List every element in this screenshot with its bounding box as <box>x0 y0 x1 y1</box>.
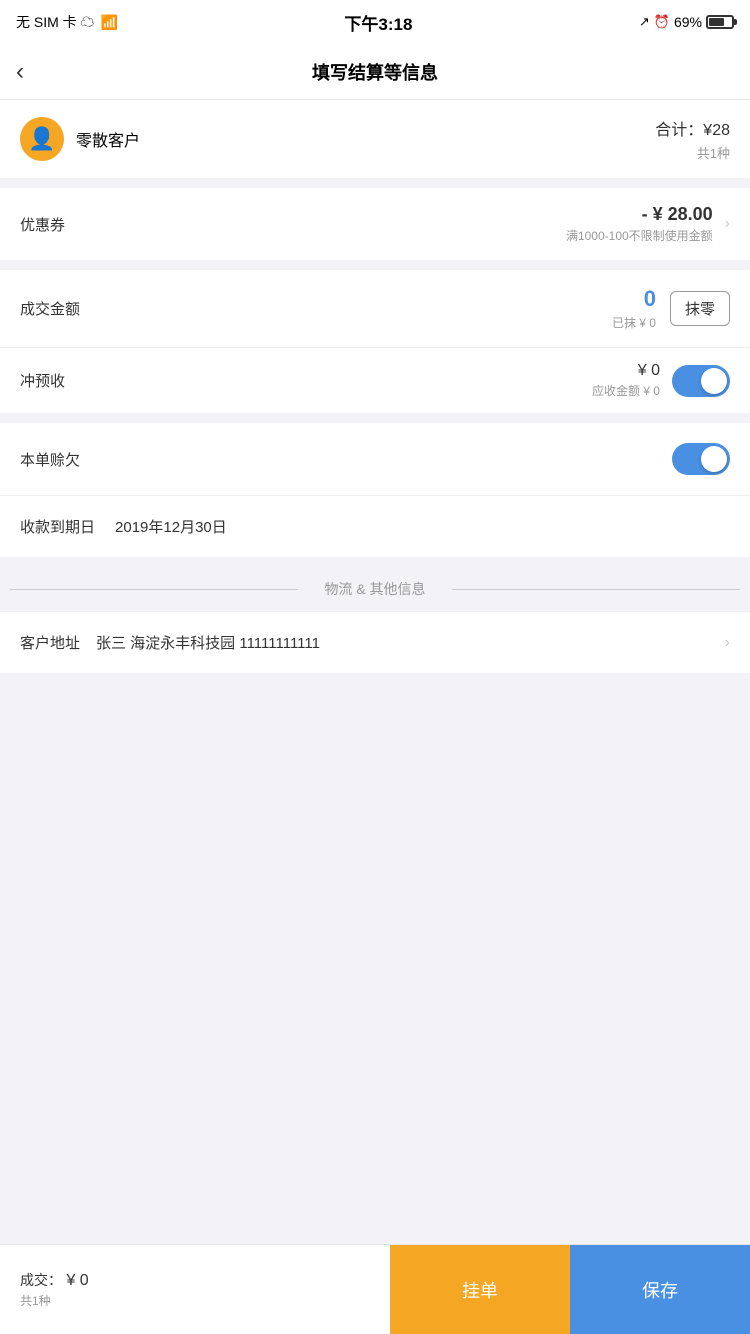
advance-main: ¥ 0 <box>592 362 660 380</box>
advance-sub: 应收金额 ¥ 0 <box>592 382 660 399</box>
logistics-divider: 物流 & 其他信息 <box>0 567 750 611</box>
divider-3 <box>0 413 750 423</box>
status-left: 无 SIM 卡 ☁ 📶 <box>16 12 118 32</box>
advance-right: ¥ 0 应收金额 ¥ 0 <box>592 362 730 399</box>
bottom-deal-label: 成交： <box>20 1272 62 1288</box>
wifi-icon: 📶 <box>101 14 118 31</box>
toggle-knob <box>701 368 727 394</box>
back-button[interactable]: ‹ <box>16 58 56 86</box>
address-row[interactable]: 客户地址 张三 海淀永丰科技园 11111111111 › <box>0 611 750 673</box>
advance-amounts: ¥ 0 应收金额 ¥ 0 <box>592 362 660 399</box>
transaction-amount-area: 0 已抹 ¥ 0 <box>612 286 656 331</box>
sim-label: 无 SIM 卡 ☁ <box>16 12 95 32</box>
customer-name: 零散客户 <box>76 127 140 151</box>
due-date-row[interactable]: 收款到期日 2019年12月30日 <box>0 495 750 557</box>
debt-toggle-knob <box>701 446 727 472</box>
location-icon: ↗ <box>639 14 650 30</box>
page-title: 填写结算等信息 <box>56 59 694 85</box>
address-label: 客户地址 <box>20 632 80 653</box>
bottom-deal: 成交： ¥ 0 <box>20 1270 370 1290</box>
address-chevron-icon: › <box>725 634 730 652</box>
transaction-label: 成交金额 <box>20 298 80 319</box>
bottom-deal-value: ¥ 0 <box>66 1272 88 1289</box>
round-button[interactable]: 抹零 <box>670 291 730 326</box>
avatar-icon: 👤 <box>28 126 55 152</box>
battery-icon <box>706 15 734 29</box>
divider-1 <box>0 178 750 188</box>
status-bar: 无 SIM 卡 ☁ 📶 下午3:18 ↗ ⏰ 69% <box>0 0 750 44</box>
customer-total: 合计：¥28 <box>655 116 730 140</box>
bottom-deal-count: 共1种 <box>20 1292 370 1309</box>
customer-row: 👤 零散客户 合计：¥28 共1种 <box>0 100 750 178</box>
coupon-label: 优惠券 <box>20 214 65 235</box>
avatar: 👤 <box>20 117 64 161</box>
debt-row: 本单赊欠 <box>0 423 750 495</box>
debt-label: 本单赊欠 <box>20 449 80 470</box>
customer-summary: 合计：¥28 共1种 <box>655 116 730 162</box>
advance-toggle[interactable] <box>672 365 730 397</box>
chevron-right-icon: › <box>725 215 730 233</box>
transaction-row: 成交金额 0 已抹 ¥ 0 抹零 <box>0 270 750 347</box>
alarm-icon: ⏰ <box>654 14 670 30</box>
logistics-label: 物流 & 其他信息 <box>324 579 425 599</box>
logistics-line-left <box>10 589 298 590</box>
debt-toggle[interactable] <box>672 443 730 475</box>
divider-2 <box>0 260 750 270</box>
transaction-sub: 已抹 ¥ 0 <box>612 314 656 331</box>
status-time: 下午3:18 <box>344 10 412 35</box>
logistics-line-right <box>452 589 740 590</box>
bottom-spacer <box>0 873 750 993</box>
save-button[interactable]: 保存 <box>570 1245 750 1334</box>
transaction-value[interactable]: 0 <box>644 286 656 312</box>
coupon-value: - ¥ 28.00 <box>566 204 713 225</box>
due-date-value: 2019年12月30日 <box>115 516 227 537</box>
advance-row: 冲预收 ¥ 0 应收金额 ¥ 0 <box>0 347 750 413</box>
coupon-sub: 满1000-100不限制使用金额 <box>566 227 713 244</box>
transaction-right: 0 已抹 ¥ 0 抹零 <box>612 286 730 331</box>
customer-count: 共1种 <box>655 143 730 162</box>
divider-4 <box>0 557 750 567</box>
bottom-summary: 成交： ¥ 0 共1种 <box>0 1270 390 1309</box>
due-date-label: 收款到期日 <box>20 516 95 537</box>
customer-left: 👤 零散客户 <box>20 117 140 161</box>
coupon-right: - ¥ 28.00 满1000-100不限制使用金额 › <box>566 204 730 244</box>
status-right: ↗ ⏰ 69% <box>639 14 734 30</box>
nav-bar: ‹ 填写结算等信息 <box>0 44 750 100</box>
battery-label: 69% <box>674 14 702 30</box>
hang-button[interactable]: 挂单 <box>390 1245 570 1334</box>
address-value: 张三 海淀永丰科技园 11111111111 <box>96 632 709 653</box>
divider-5 <box>0 673 750 873</box>
advance-label: 冲预收 <box>20 370 65 391</box>
coupon-row[interactable]: 优惠券 - ¥ 28.00 满1000-100不限制使用金额 › <box>0 188 750 260</box>
bottom-bar: 成交： ¥ 0 共1种 挂单 保存 <box>0 1244 750 1334</box>
